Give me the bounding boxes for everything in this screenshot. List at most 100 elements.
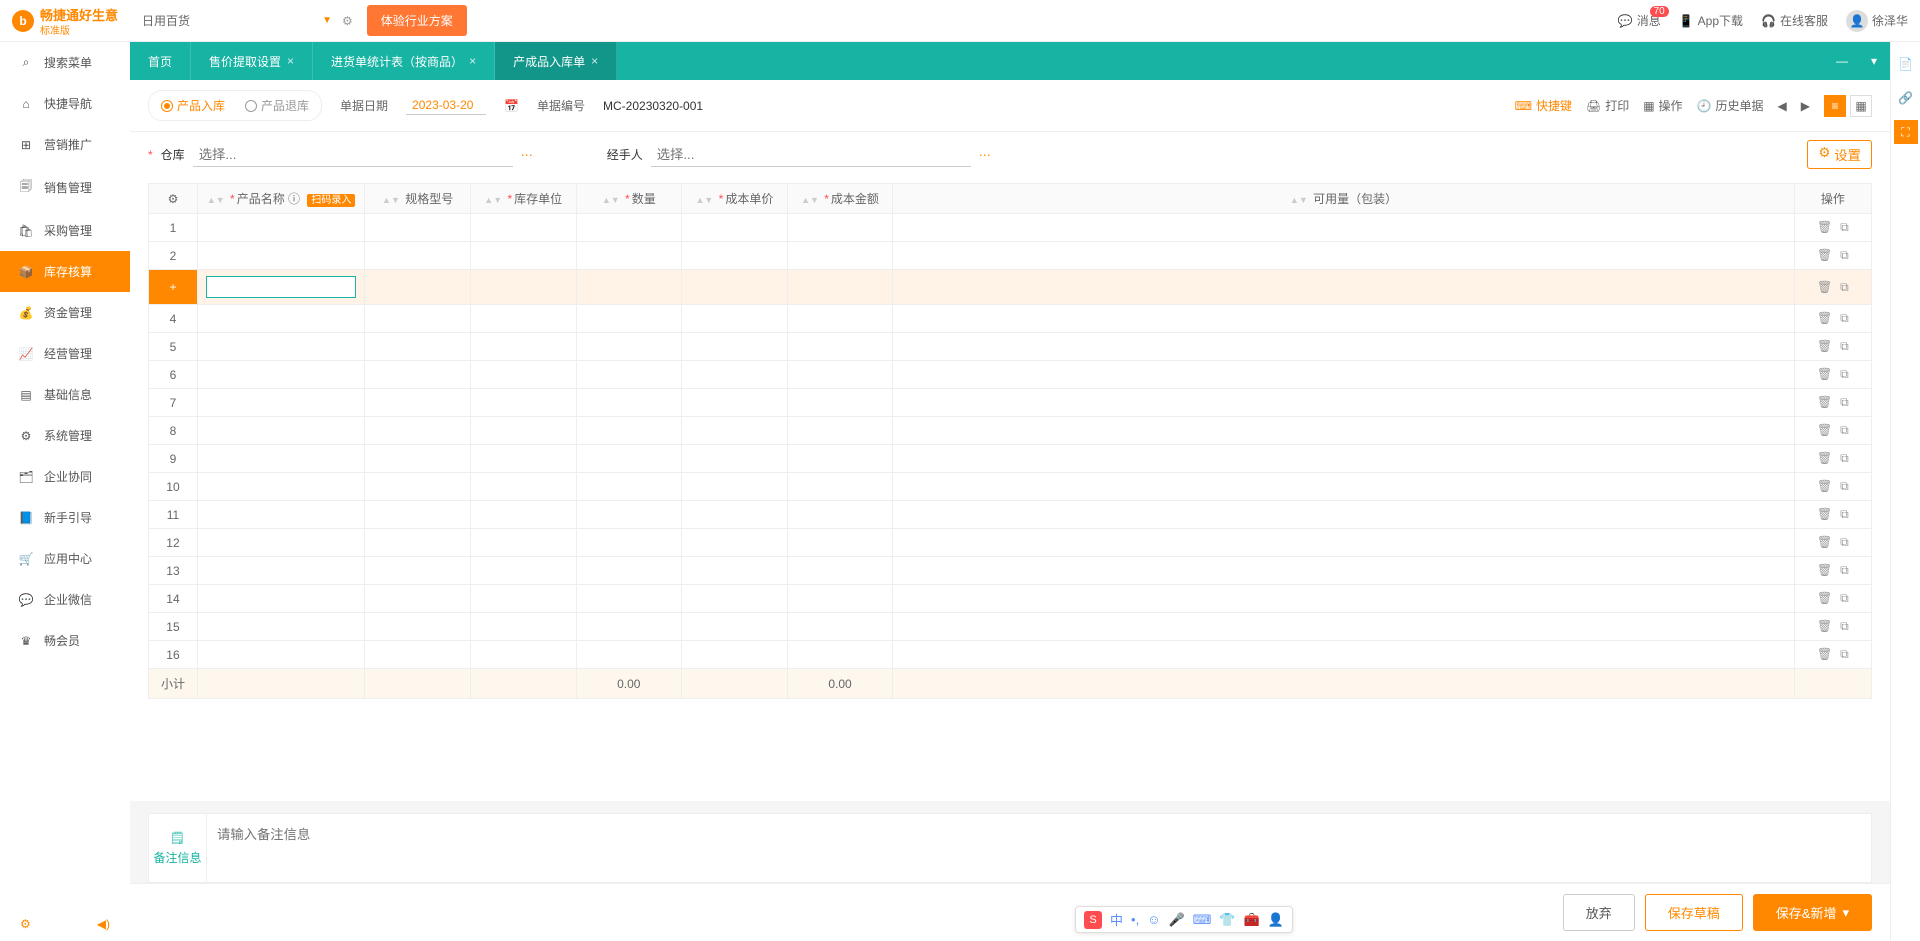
delete-icon[interactable]: 🗑 bbox=[1817, 563, 1832, 578]
warehouse-input[interactable] bbox=[193, 143, 513, 167]
cell-spec[interactable] bbox=[365, 641, 471, 669]
cell-price[interactable] bbox=[682, 361, 788, 389]
cell-product-name[interactable] bbox=[197, 214, 364, 242]
cell-price[interactable] bbox=[682, 333, 788, 361]
tabs-minimize[interactable]: — bbox=[1826, 42, 1858, 80]
sidebar-item[interactable]: ▤基础信息 bbox=[0, 374, 130, 415]
delete-icon[interactable]: 🗑 bbox=[1817, 220, 1832, 235]
cell-available[interactable] bbox=[893, 473, 1794, 501]
cell-unit[interactable] bbox=[470, 613, 576, 641]
delete-icon[interactable]: 🗑 bbox=[1817, 423, 1832, 438]
cell-amount[interactable] bbox=[787, 270, 893, 305]
cell-unit[interactable] bbox=[470, 333, 576, 361]
rail-link-icon[interactable]: 🔗 bbox=[1894, 86, 1918, 110]
table-row[interactable]: 13🗑⧉ bbox=[149, 557, 1872, 585]
cell-available[interactable] bbox=[893, 389, 1794, 417]
cell-price[interactable] bbox=[682, 270, 788, 305]
copy-icon[interactable]: ⧉ bbox=[1840, 451, 1849, 466]
setup-button[interactable]: ⚙ 设置 bbox=[1807, 140, 1872, 169]
cell-amount[interactable] bbox=[787, 417, 893, 445]
handler-picker-icon[interactable]: ⋯ bbox=[979, 148, 991, 162]
copy-icon[interactable]: ⧉ bbox=[1840, 395, 1849, 410]
cell-price[interactable] bbox=[682, 417, 788, 445]
table-row[interactable]: 10🗑⧉ bbox=[149, 473, 1872, 501]
col-unit[interactable]: ▲▼ *库存单位 bbox=[470, 184, 576, 214]
col-product-name[interactable]: ▲▼ *产品名称 ⓘ 扫码录入 bbox=[197, 184, 364, 214]
delete-icon[interactable]: 🗑 bbox=[1817, 591, 1832, 606]
copy-icon[interactable]: ⧉ bbox=[1840, 479, 1849, 494]
cell-amount[interactable] bbox=[787, 613, 893, 641]
cell-unit[interactable] bbox=[470, 501, 576, 529]
cell-product-name[interactable] bbox=[197, 361, 364, 389]
close-icon[interactable]: × bbox=[287, 54, 294, 68]
col-spec[interactable]: ▲▼ 规格型号 bbox=[365, 184, 471, 214]
cell-amount[interactable] bbox=[787, 445, 893, 473]
cell-qty[interactable] bbox=[576, 305, 682, 333]
copy-icon[interactable]: ⧉ bbox=[1840, 619, 1849, 634]
copy-icon[interactable]: ⧉ bbox=[1840, 423, 1849, 438]
sidebar-item[interactable]: 🗐销售管理 bbox=[0, 165, 130, 210]
cell-qty[interactable] bbox=[576, 473, 682, 501]
copy-icon[interactable]: ⧉ bbox=[1840, 647, 1849, 662]
save-new-button[interactable]: 保存&新增 ▾ bbox=[1753, 894, 1872, 931]
cell-amount[interactable] bbox=[787, 529, 893, 557]
cell-unit[interactable] bbox=[470, 557, 576, 585]
cell-price[interactable] bbox=[682, 473, 788, 501]
cell-qty[interactable] bbox=[576, 242, 682, 270]
cell-price[interactable] bbox=[682, 613, 788, 641]
copy-icon[interactable]: ⧉ bbox=[1840, 280, 1849, 295]
cell-unit[interactable] bbox=[470, 305, 576, 333]
cell-available[interactable] bbox=[893, 529, 1794, 557]
sidebar-item[interactable]: ⊞营销推广 bbox=[0, 124, 130, 165]
cell-price[interactable] bbox=[682, 242, 788, 270]
ime-punct-icon[interactable]: •, bbox=[1131, 912, 1139, 927]
cell-product-name[interactable] bbox=[197, 445, 364, 473]
history-link[interactable]: 🕘 历史单据 bbox=[1697, 97, 1764, 114]
cell-spec[interactable] bbox=[365, 242, 471, 270]
date-value[interactable]: 2023-03-20 bbox=[406, 96, 486, 115]
cell-spec[interactable] bbox=[365, 389, 471, 417]
cell-unit[interactable] bbox=[470, 445, 576, 473]
delete-icon[interactable]: 🗑 bbox=[1817, 339, 1832, 354]
copy-icon[interactable]: ⧉ bbox=[1840, 248, 1849, 263]
delete-icon[interactable]: 🗑 bbox=[1817, 619, 1832, 634]
close-icon[interactable]: × bbox=[469, 54, 476, 68]
cell-price[interactable] bbox=[682, 501, 788, 529]
col-amount[interactable]: ▲▼ *成本金额 bbox=[787, 184, 893, 214]
sidebar-item[interactable]: 🛒应用中心 bbox=[0, 538, 130, 579]
rail-doc-icon[interactable]: 📄 bbox=[1894, 52, 1918, 76]
close-icon[interactable]: × bbox=[591, 54, 598, 68]
sidebar-item[interactable]: ♛畅会员 bbox=[0, 620, 130, 661]
delete-icon[interactable]: 🗑 bbox=[1817, 280, 1832, 295]
table-row[interactable]: 7🗑⧉ bbox=[149, 389, 1872, 417]
cell-price[interactable] bbox=[682, 529, 788, 557]
cell-amount[interactable] bbox=[787, 333, 893, 361]
user-menu[interactable]: 👤 徐泽华 bbox=[1846, 10, 1908, 32]
cell-qty[interactable] bbox=[576, 557, 682, 585]
radio-product-in[interactable]: 产品入库 bbox=[151, 93, 235, 118]
copy-icon[interactable]: ⧉ bbox=[1840, 535, 1849, 550]
table-row[interactable]: 12🗑⧉ bbox=[149, 529, 1872, 557]
cell-available[interactable] bbox=[893, 305, 1794, 333]
copy-icon[interactable]: ⧉ bbox=[1840, 367, 1849, 382]
table-row[interactable]: 1🗑⧉ bbox=[149, 214, 1872, 242]
cell-spec[interactable] bbox=[365, 473, 471, 501]
tab[interactable]: 首页 bbox=[130, 42, 191, 80]
ime-voice-icon[interactable]: 🎤 bbox=[1168, 912, 1184, 928]
cell-qty[interactable] bbox=[576, 389, 682, 417]
sidebar-item[interactable]: 📈经营管理 bbox=[0, 333, 130, 374]
cell-qty[interactable] bbox=[576, 585, 682, 613]
cell-spec[interactable] bbox=[365, 333, 471, 361]
cell-amount[interactable] bbox=[787, 557, 893, 585]
ime-emoji-icon[interactable]: ☺ bbox=[1147, 912, 1160, 927]
table-row[interactable]: 8🗑⧉ bbox=[149, 417, 1872, 445]
copy-icon[interactable]: ⧉ bbox=[1840, 507, 1849, 522]
cell-qty[interactable] bbox=[576, 361, 682, 389]
sidebar-item[interactable]: ⌕搜索菜单 bbox=[0, 42, 130, 83]
copy-icon[interactable]: ⧉ bbox=[1840, 311, 1849, 326]
table-row[interactable]: 14🗑⧉ bbox=[149, 585, 1872, 613]
ime-toolbar[interactable]: S 中 •, ☺ 🎤 ⌨ 👕 🧰 👤 bbox=[1075, 906, 1293, 933]
radio-product-out[interactable]: 产品退库 bbox=[235, 93, 319, 118]
cell-amount[interactable] bbox=[787, 473, 893, 501]
cell-amount[interactable] bbox=[787, 501, 893, 529]
